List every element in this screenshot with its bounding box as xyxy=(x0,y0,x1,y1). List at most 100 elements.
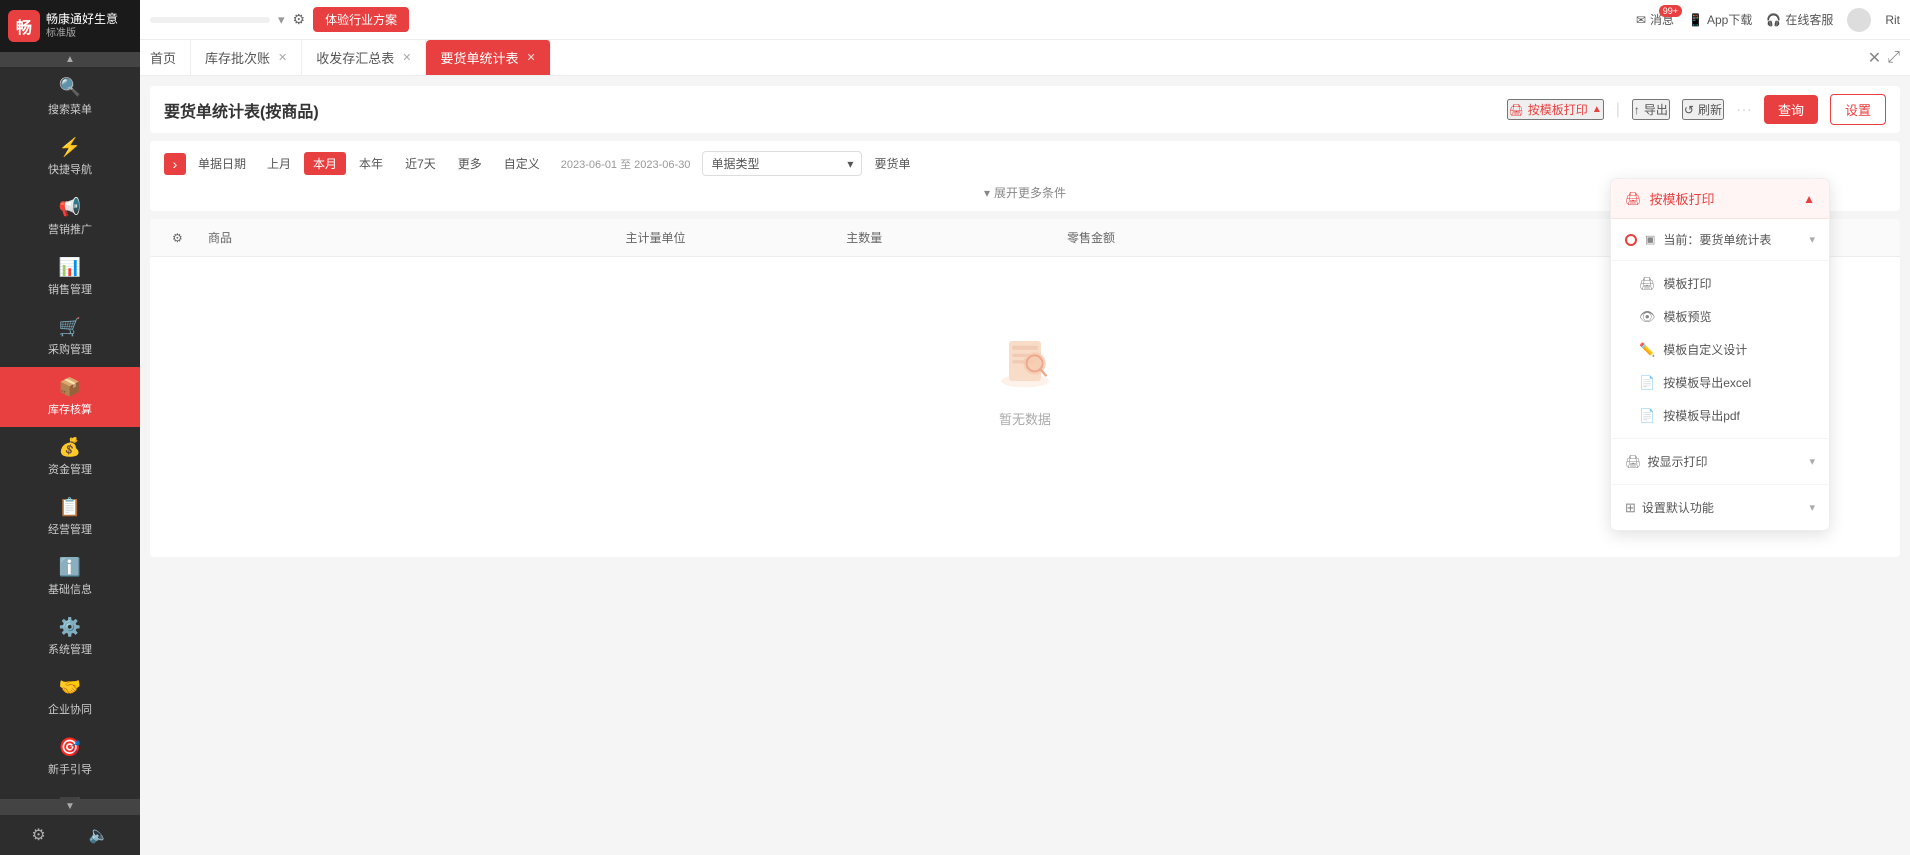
sidebar-item-finance[interactable]: 💰 资金管理 xyxy=(0,427,140,487)
tab-requisition-stats[interactable]: 要货单统计表 ✕ xyxy=(426,40,550,75)
sidebar-item-apps[interactable]: 🔲 应用中心 xyxy=(0,787,140,799)
current-chevron-icon[interactable]: ▾ xyxy=(1809,233,1815,246)
tab-close-all-icon[interactable]: ✕ xyxy=(1868,48,1881,68)
date-btn-prev-month[interactable]: 上月 xyxy=(258,152,300,175)
date-btn-current-month[interactable]: 本月 xyxy=(304,152,346,175)
date-btn-current-year[interactable]: 本年 xyxy=(350,152,392,175)
topbar-right: ✉ 消息 99+ 📱 App下载 🎧 在线客服 Rit xyxy=(1636,8,1900,32)
trial-button[interactable]: 体验行业方案 xyxy=(313,7,409,32)
refresh-icon: ↺ xyxy=(1684,103,1694,117)
preview-item-icon: 👁 xyxy=(1639,309,1656,325)
type-filter-select[interactable]: 单据类型 ▾ xyxy=(702,151,862,176)
settings-button[interactable]: 设置 xyxy=(1830,94,1886,125)
filter-row: › 单据日期 上月 本月 本年 近7天 更多 自定义 2023-06-01 至 … xyxy=(164,151,1886,176)
sidebar-item-purchase[interactable]: 🛒 采购管理 xyxy=(0,307,140,367)
sidebar-item-operations[interactable]: 📋 经营管理 xyxy=(0,487,140,547)
system-icon: ⚙️ xyxy=(59,617,81,638)
tab-expand-icon[interactable]: ⤢ xyxy=(1887,49,1900,67)
page-header: 要货单统计表(按商品) 🖨 按模板打印 ▲ | ↑ 导出 ↺ 刷新 ⋯ 查询 xyxy=(150,86,1900,133)
empty-icon xyxy=(985,317,1065,397)
search-nav-icon: 🔍 xyxy=(59,77,81,98)
date-btn-custom[interactable]: 自定义 xyxy=(495,152,549,175)
print-icon: 🖨 xyxy=(1509,103,1524,117)
sidebar-item-collab[interactable]: 🤝 企业协同 xyxy=(0,667,140,727)
phone-icon: 📱 xyxy=(1688,13,1703,27)
date-label: 单据日期 xyxy=(198,155,246,172)
page-title: 要货单统计表(按商品) xyxy=(164,98,319,122)
sidebar-item-sales[interactable]: 📊 销售管理 xyxy=(0,247,140,307)
gear-icon[interactable]: ⚙ xyxy=(172,231,183,245)
th-setting[interactable]: ⚙ xyxy=(160,221,196,255)
tab-close-requisition-stats[interactable]: ✕ xyxy=(527,51,536,64)
sidebar-item-guide[interactable]: 🎯 新手引导 xyxy=(0,727,140,787)
sidebar-item-system[interactable]: ⚙️ 系统管理 xyxy=(0,607,140,667)
username-label[interactable]: Rit xyxy=(1885,13,1900,27)
filter-toggle-arrow[interactable]: › xyxy=(164,153,186,175)
audio-icon[interactable]: 🔈 xyxy=(89,825,109,845)
topbar-gear-icon[interactable]: ⚙ xyxy=(293,11,306,28)
message-icon: ✉ xyxy=(1636,13,1646,27)
export-icon: ↑ xyxy=(1634,103,1640,117)
sidebar-item-marketing[interactable]: 📢 营销推广 xyxy=(0,187,140,247)
tab-inventory-batch[interactable]: 库存批次账 ✕ xyxy=(191,40,302,75)
dropdown-item-template-excel[interactable]: 📄 按模板导出excel xyxy=(1611,366,1829,399)
collab-icon: 🤝 xyxy=(59,677,81,698)
select-chevron-icon: ▾ xyxy=(847,157,853,171)
expand-icon: ▾ xyxy=(984,186,990,200)
th-unit: 主计量单位 xyxy=(614,219,835,256)
date-range-display: 2023-06-01 至 2023-06-30 xyxy=(561,156,691,172)
display-print-item[interactable]: 🖨 按显示打印 ▾ xyxy=(1611,445,1829,478)
empty-text: 暂无数据 xyxy=(999,409,1051,428)
sidebar-logo: 畅 畅康通好生意 标准版 xyxy=(0,0,140,52)
settings-icon[interactable]: ⚙ xyxy=(31,825,45,845)
dropdown-item-template-pdf[interactable]: 📄 按模板导出pdf xyxy=(1611,399,1829,432)
dropdown-item-template-print[interactable]: 🖨 模板打印 xyxy=(1611,267,1829,300)
set-default-chevron-icon: ▾ xyxy=(1809,501,1815,514)
refresh-button[interactable]: ↺ 刷新 xyxy=(1682,99,1724,120)
export-button[interactable]: ↑ 导出 xyxy=(1632,99,1670,120)
dropdown-display-section: 🖨 按显示打印 ▾ xyxy=(1611,439,1829,485)
topbar: ▾ ⚙ 体验行业方案 ✉ 消息 99+ 📱 App下载 🎧 在线客服 Rit xyxy=(140,0,1910,40)
set-default-item[interactable]: ⊞ 设置默认功能 ▾ xyxy=(1611,491,1829,524)
app-download-button[interactable]: 📱 App下载 xyxy=(1688,11,1752,28)
sidebar: 畅 畅康通好生意 标准版 ▲ 🔍 搜索菜单 ⚡ 快捷导航 📢 营销推广 📊 销售… xyxy=(0,0,140,855)
th-qty: 主数量 xyxy=(834,219,1055,256)
tab-receipt-summary[interactable]: 收发存汇总表 ✕ xyxy=(302,40,426,75)
dropdown-header[interactable]: 🖨 按模板打印 ▲ xyxy=(1611,179,1829,219)
sidebar-scroll-up[interactable]: ▲ xyxy=(0,52,140,67)
custom-item-icon: ✏️ xyxy=(1639,342,1655,358)
sidebar-item-basic[interactable]: ℹ️ 基础信息 xyxy=(0,547,140,607)
tab-home[interactable]: 首页 xyxy=(150,40,191,75)
messages-button[interactable]: ✉ 消息 99+ xyxy=(1636,11,1674,28)
message-badge: 99+ xyxy=(1659,5,1682,17)
purchase-icon: 🛒 xyxy=(59,317,81,338)
operations-icon: 📋 xyxy=(59,497,81,518)
tab-close-receipt-summary[interactable]: ✕ xyxy=(402,51,411,64)
dropdown-default-section: ⊞ 设置默认功能 ▾ xyxy=(1611,485,1829,530)
inventory-icon: 📦 xyxy=(59,377,81,398)
date-btn-last7[interactable]: 近7天 xyxy=(396,152,445,175)
user-avatar[interactable] xyxy=(1847,8,1871,32)
pdf-item-icon: 📄 xyxy=(1639,408,1655,424)
dropdown-item-template-preview[interactable]: 👁 模板预览 xyxy=(1611,300,1829,333)
topbar-search[interactable] xyxy=(150,17,270,23)
online-service-button[interactable]: 🎧 在线客服 xyxy=(1766,11,1833,28)
dropdown-item-template-custom[interactable]: ✏️ 模板自定义设计 xyxy=(1611,333,1829,366)
topbar-chevron-icon[interactable]: ▾ xyxy=(278,12,285,28)
query-button[interactable]: 查询 xyxy=(1764,95,1818,124)
date-btn-more[interactable]: 更多 xyxy=(449,152,491,175)
display-print-icon: 🖨 xyxy=(1625,454,1642,470)
print-template-button[interactable]: 🖨 按模板打印 ▲ xyxy=(1507,99,1604,120)
tabs-bar: 首页 库存批次账 ✕ 收发存汇总表 ✕ 要货单统计表 ✕ ✕ ⤢ xyxy=(140,40,1910,76)
sidebar-item-search[interactable]: 🔍 搜索菜单 xyxy=(0,67,140,127)
sidebar-item-inventory[interactable]: 📦 库存核算 xyxy=(0,367,140,427)
main-area: ▾ ⚙ 体验行业方案 ✉ 消息 99+ 📱 App下载 🎧 在线客服 Rit 首… xyxy=(140,0,1910,855)
dropdown-chevron-icon[interactable]: ▲ xyxy=(1803,192,1815,206)
print-dropdown-menu: 🖨 按模板打印 ▲ ▣ 当前：要货单统计表 ▾ 🖨 模板打印 xyxy=(1610,178,1830,531)
tab-close-inventory-batch[interactable]: ✕ xyxy=(278,51,287,64)
display-print-chevron-icon: ▾ xyxy=(1809,455,1815,468)
page-content: 要货单统计表(按商品) 🖨 按模板打印 ▲ | ↑ 导出 ↺ 刷新 ⋯ 查询 xyxy=(140,76,1910,855)
th-goods: 商品 xyxy=(196,219,614,256)
sidebar-item-quick-nav[interactable]: ⚡ 快捷导航 xyxy=(0,127,140,187)
sidebar-scroll-down[interactable]: ▼ xyxy=(0,799,140,814)
